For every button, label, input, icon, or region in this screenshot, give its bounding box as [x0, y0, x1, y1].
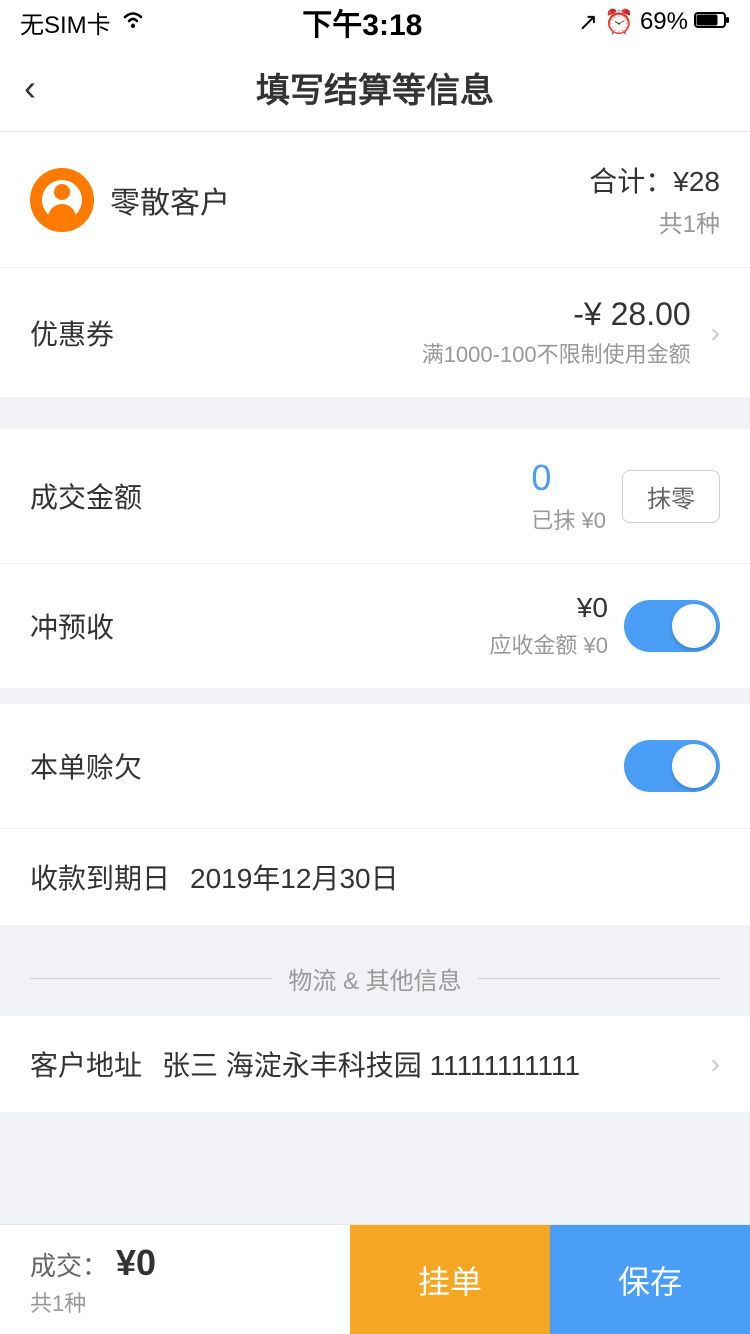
prepay-amount: ¥0: [489, 592, 608, 624]
due-date-value[interactable]: 2019年12月30日: [190, 857, 399, 897]
coupon-right: -¥ 28.00 满1000-100不限制使用金额 ›: [422, 296, 720, 369]
due-date-row: 收款到期日 2019年12月30日: [0, 828, 750, 925]
bottom-info: 成交： ¥0 共1种: [0, 1242, 350, 1318]
pending-button[interactable]: 挂单: [350, 1225, 550, 1334]
transaction-sub: 已抹 ¥0: [531, 503, 606, 535]
status-time: 下午3:18: [302, 0, 422, 44]
status-right: ↗ ⏰ 69%: [578, 8, 730, 37]
address-value: 张三 海淀永丰科技园 11111111111: [162, 1044, 703, 1084]
nav-bar: ‹ 填写结算等信息: [0, 44, 750, 132]
content-area: 零散客户 合计：¥28 共1种 优惠券 -¥ 28.00 满1000-100不限…: [0, 132, 750, 1248]
wifi-icon: [119, 8, 147, 36]
transaction-value-stack: 0 已抹 ¥0: [531, 457, 606, 535]
back-button[interactable]: ‹: [24, 67, 36, 109]
prepay-toggle[interactable]: [624, 600, 720, 652]
total-count: 共1种: [589, 204, 720, 239]
transaction-value[interactable]: 0: [531, 457, 606, 499]
debit-card: 本单赊欠 收款到期日 2019年12月30日: [0, 704, 750, 925]
section-divider-2: [0, 688, 750, 704]
alarm-icon: ⏰: [604, 8, 634, 37]
address-row[interactable]: 客户地址 张三 海淀永丰科技园 11111111111 ›: [0, 1016, 750, 1112]
customer-card: 零散客户 合计：¥28 共1种 优惠券 -¥ 28.00 满1000-100不限…: [0, 132, 750, 397]
address-card: 客户地址 张三 海淀永丰科技园 11111111111 ›: [0, 1016, 750, 1112]
customer-left: 零散客户: [30, 168, 230, 232]
bottom-bar: 成交： ¥0 共1种 挂单 保存: [0, 1224, 750, 1334]
logistics-text: 物流 & 其他信息: [288, 961, 461, 996]
coupon-chevron: ›: [711, 317, 720, 349]
coupon-amount: -¥ 28.00: [422, 296, 691, 333]
round-zero-button[interactable]: 抹零: [622, 470, 720, 523]
debit-toggle-knob: [672, 744, 716, 788]
transaction-label: 成交金额: [30, 476, 142, 516]
transaction-input-group: 0 已抹 ¥0 抹零: [531, 457, 720, 535]
transaction-row: 成交金额 0 已抹 ¥0 抹零: [0, 429, 750, 564]
location-icon: ↗: [578, 8, 598, 37]
divider-line-right: [478, 978, 720, 979]
customer-name: 零散客户: [110, 178, 230, 222]
logistics-divider: 物流 & 其他信息: [0, 941, 750, 1016]
address-label: 客户地址: [30, 1044, 142, 1084]
bottom-trans-label: 成交：: [30, 1246, 108, 1283]
avatar-icon: [42, 180, 82, 220]
coupon-desc: 满1000-100不限制使用金额: [422, 337, 691, 369]
coupon-label: 优惠券: [30, 313, 114, 353]
due-date-label: 收款到期日: [30, 857, 170, 897]
status-left: 无SIM卡: [20, 5, 147, 40]
bottom-trans-row: 成交： ¥0: [30, 1242, 350, 1284]
bottom-count: 共1种: [30, 1286, 350, 1318]
battery-icon: [694, 8, 730, 36]
customer-right: 合计：¥28 共1种: [589, 160, 720, 239]
prepay-sub: 应收金额 ¥0: [489, 628, 608, 660]
bottom-trans-amount: ¥0: [116, 1242, 156, 1284]
save-button[interactable]: 保存: [550, 1225, 750, 1334]
sim-status: 无SIM卡: [20, 5, 111, 40]
prepay-row: 冲预收 ¥0 应收金额 ¥0: [0, 564, 750, 688]
coupon-stack: -¥ 28.00 满1000-100不限制使用金额: [422, 296, 691, 369]
bottom-buttons: 挂单 保存: [350, 1225, 750, 1334]
debit-toggle[interactable]: [624, 740, 720, 792]
debit-row: 本单赊欠: [0, 704, 750, 828]
customer-row: 零散客户 合计：¥28 共1种: [0, 132, 750, 267]
divider-line-left: [30, 978, 272, 979]
battery-level: 69%: [640, 8, 688, 36]
total-amount: 合计：¥28: [589, 160, 720, 200]
section-divider-1: [0, 413, 750, 429]
status-bar: 无SIM卡 下午3:18 ↗ ⏰ 69%: [0, 0, 750, 44]
page-title: 填写结算等信息: [256, 63, 494, 112]
customer-avatar: [30, 168, 94, 232]
toggle-knob: [672, 604, 716, 648]
prepay-label: 冲预收: [30, 606, 114, 646]
debit-label: 本单赊欠: [30, 746, 142, 786]
address-chevron: ›: [711, 1048, 720, 1080]
prepay-right: ¥0 应收金额 ¥0: [489, 592, 720, 660]
transaction-section: 成交金额 0 已抹 ¥0 抹零 冲预收 ¥0 应收金额 ¥0: [0, 429, 750, 688]
coupon-row[interactable]: 优惠券 -¥ 28.00 满1000-100不限制使用金额 ›: [0, 267, 750, 397]
prepay-stack: ¥0 应收金额 ¥0: [489, 592, 608, 660]
